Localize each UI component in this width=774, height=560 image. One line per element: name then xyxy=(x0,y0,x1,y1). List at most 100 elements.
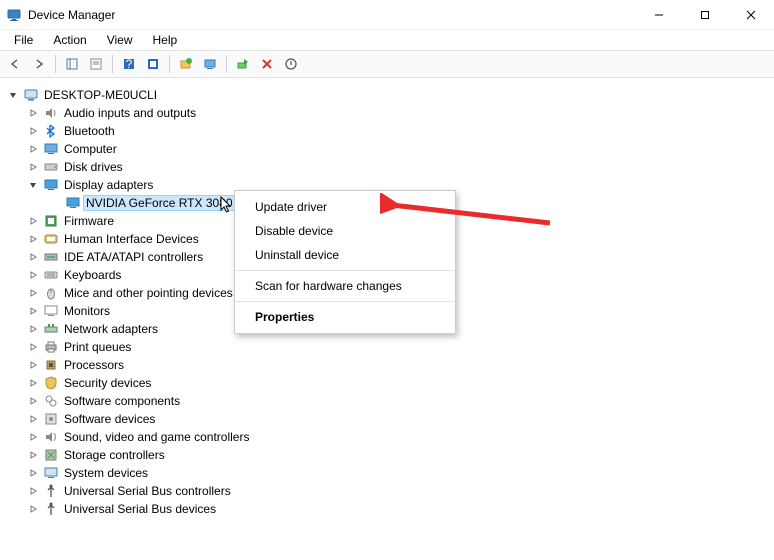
menu-file[interactable]: File xyxy=(6,31,41,49)
mouse-icon xyxy=(43,285,59,301)
toolbar: ? xyxy=(0,50,774,78)
tree-node-sound[interactable]: Sound, video and game controllers xyxy=(4,428,774,446)
computer-icon xyxy=(43,141,59,157)
softdev-icon xyxy=(43,411,59,427)
tree-root[interactable]: DESKTOP-ME0UCLI xyxy=(4,86,774,104)
disk-icon xyxy=(43,159,59,175)
firmware-icon xyxy=(43,213,59,229)
expand-icon[interactable] xyxy=(26,340,40,354)
expand-icon[interactable] xyxy=(26,430,40,444)
tree-node-label: Universal Serial Bus devices xyxy=(62,502,218,516)
network-icon xyxy=(43,321,59,337)
tree-node-label: Disk drives xyxy=(62,160,125,174)
forward-button[interactable] xyxy=(28,53,50,75)
tree-node-label: IDE ATA/ATAPI controllers xyxy=(62,250,205,264)
expand-icon[interactable] xyxy=(26,250,40,264)
context-menu-item[interactable]: Uninstall device xyxy=(235,243,455,267)
show-hide-console-tree-icon[interactable] xyxy=(61,53,83,75)
tree-node-bluetooth[interactable]: Bluetooth xyxy=(4,122,774,140)
tree-node-audio[interactable]: Audio inputs and outputs xyxy=(4,104,774,122)
tree-node-usb[interactable]: Universal Serial Bus controllers xyxy=(4,482,774,500)
expand-icon[interactable] xyxy=(26,304,40,318)
tree-node-label: Sound, video and game controllers xyxy=(62,430,251,444)
storage-icon xyxy=(43,447,59,463)
display-icon xyxy=(65,195,81,211)
uninstall-icon[interactable] xyxy=(256,53,278,75)
tree-node-print[interactable]: Print queues xyxy=(4,338,774,356)
app-icon xyxy=(6,7,22,23)
maximize-button[interactable] xyxy=(682,0,728,30)
collapse-icon[interactable] xyxy=(6,88,20,102)
expand-icon[interactable] xyxy=(26,502,40,516)
expand-icon[interactable] xyxy=(26,178,40,192)
computer-icon xyxy=(23,87,39,103)
update-driver-icon[interactable] xyxy=(175,53,197,75)
toolbar-separator xyxy=(169,55,170,73)
back-button[interactable] xyxy=(4,53,26,75)
tree-node-storage[interactable]: Storage controllers xyxy=(4,446,774,464)
tree-node-label: Mice and other pointing devices xyxy=(62,286,235,300)
expand-icon[interactable] xyxy=(26,466,40,480)
tree-node-label: Software devices xyxy=(62,412,157,426)
minimize-button[interactable] xyxy=(636,0,682,30)
help-icon[interactable]: ? xyxy=(118,53,140,75)
expand-icon[interactable] xyxy=(26,106,40,120)
action-icon[interactable] xyxy=(142,53,164,75)
context-menu-item[interactable]: Scan for hardware changes xyxy=(235,274,455,298)
tree-node-disk[interactable]: Disk drives xyxy=(4,158,774,176)
tree-node-label: Human Interface Devices xyxy=(62,232,201,246)
context-menu-separator xyxy=(235,301,455,302)
tree-root-label: DESKTOP-ME0UCLI xyxy=(42,88,159,102)
expand-icon[interactable] xyxy=(26,286,40,300)
tree-node-computer[interactable]: Computer xyxy=(4,140,774,158)
context-menu-item[interactable]: Properties xyxy=(235,305,455,329)
tree-node-softdev[interactable]: Software devices xyxy=(4,410,774,428)
properties-icon[interactable] xyxy=(85,53,107,75)
expand-icon[interactable] xyxy=(26,322,40,336)
expand-icon[interactable] xyxy=(26,358,40,372)
tree-node-softcomp[interactable]: Software components xyxy=(4,392,774,410)
expand-icon[interactable] xyxy=(26,124,40,138)
usb-icon xyxy=(43,483,59,499)
menu-view[interactable]: View xyxy=(99,31,141,49)
tree-node-system[interactable]: System devices xyxy=(4,464,774,482)
expand-icon[interactable] xyxy=(26,232,40,246)
expand-icon[interactable] xyxy=(26,394,40,408)
expand-icon[interactable] xyxy=(26,484,40,498)
toolbar-separator xyxy=(112,55,113,73)
bluetooth-icon xyxy=(43,123,59,139)
context-menu-item[interactable]: Update driver xyxy=(235,195,455,219)
enable-icon[interactable] xyxy=(232,53,254,75)
expand-icon[interactable] xyxy=(26,214,40,228)
monitor-icon xyxy=(43,303,59,319)
tree-node-label: Firmware xyxy=(62,214,116,228)
tree-node-label: Processors xyxy=(62,358,126,372)
disable-icon[interactable] xyxy=(280,53,302,75)
expand-icon[interactable] xyxy=(26,160,40,174)
tree-node-label: Security devices xyxy=(62,376,153,390)
scan-hardware-icon[interactable] xyxy=(199,53,221,75)
menu-action[interactable]: Action xyxy=(45,31,94,49)
print-icon xyxy=(43,339,59,355)
audio-icon xyxy=(43,105,59,121)
ide-icon xyxy=(43,249,59,265)
tree-node-cpu[interactable]: Processors xyxy=(4,356,774,374)
expand-icon[interactable] xyxy=(26,268,40,282)
usb-icon xyxy=(43,501,59,517)
expand-icon[interactable] xyxy=(26,376,40,390)
tree-node-label: Software components xyxy=(62,394,182,408)
context-menu-item[interactable]: Disable device xyxy=(235,219,455,243)
tree-node-usb[interactable]: Universal Serial Bus devices xyxy=(4,500,774,518)
close-button[interactable] xyxy=(728,0,774,30)
softcomp-icon xyxy=(43,393,59,409)
hid-icon xyxy=(43,231,59,247)
tree-node-label: Network adapters xyxy=(62,322,160,336)
menu-help[interactable]: Help xyxy=(145,31,186,49)
tree-node-security[interactable]: Security devices xyxy=(4,374,774,392)
tree-leaf-label: NVIDIA GeForce RTX 3080 xyxy=(84,196,235,210)
expand-icon[interactable] xyxy=(26,142,40,156)
tree-node-label: Bluetooth xyxy=(62,124,117,138)
tree-node-label: Storage controllers xyxy=(62,448,167,462)
expand-icon[interactable] xyxy=(26,448,40,462)
expand-icon[interactable] xyxy=(26,412,40,426)
